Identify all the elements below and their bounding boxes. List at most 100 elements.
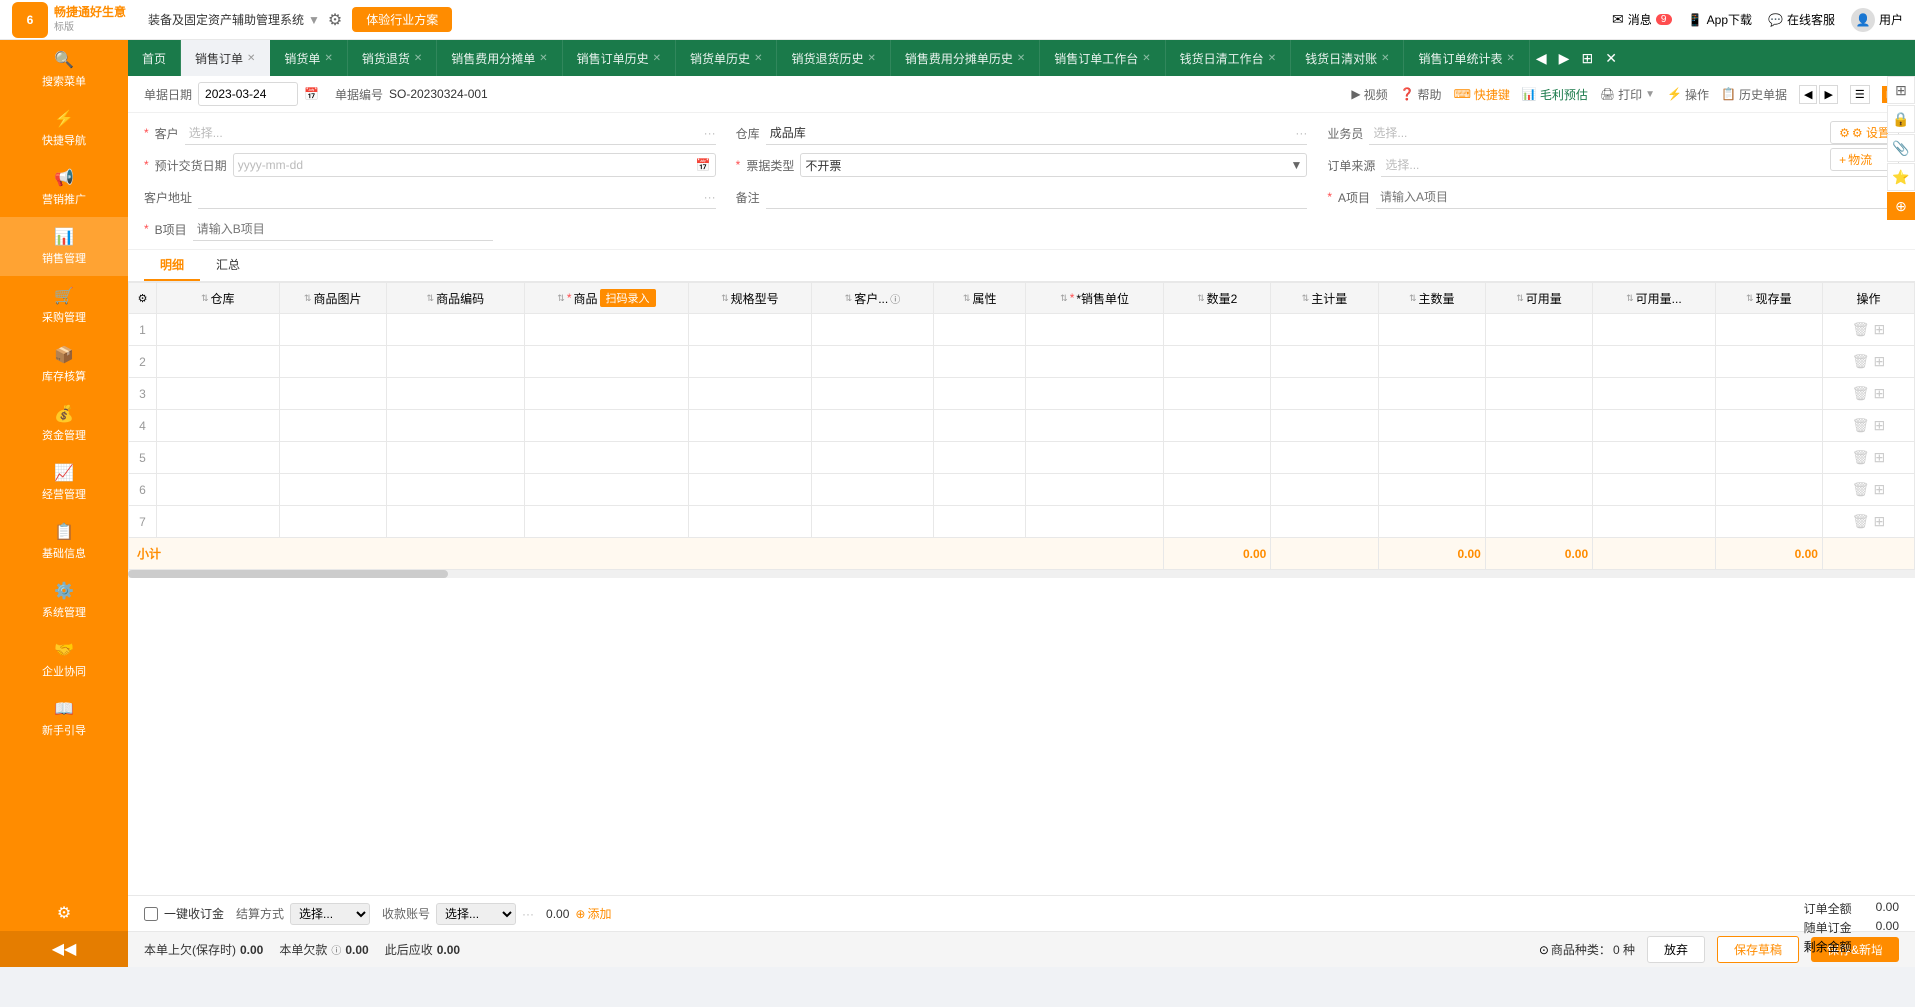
tab-order-history[interactable]: 销售订单历史 ✕ — [563, 40, 676, 76]
tab-close[interactable]: ✕ — [653, 53, 661, 64]
row-delete-btn[interactable]: 🗑 — [1852, 321, 1870, 338]
sidebar-item-sales[interactable]: 📊 销售管理 — [0, 217, 128, 276]
delivery-date-placeholder[interactable]: yyyy-mm-dd — [238, 158, 303, 172]
a-project-input[interactable] — [1376, 185, 1899, 209]
tab-close[interactable]: ✕ — [1142, 53, 1150, 64]
tab-cash-workbench[interactable]: 钱货日清工作台 ✕ — [1166, 40, 1291, 76]
warehouse-expand-icon[interactable]: ··· — [1295, 126, 1307, 140]
profit-btn[interactable]: 📊 毛利预估 — [1522, 86, 1588, 103]
customer-expand-icon[interactable]: ··· — [704, 126, 716, 140]
tab-cash-reconcile[interactable]: 钱货日清对账 ✕ — [1291, 40, 1404, 76]
invoice-dropdown-icon[interactable]: ▼ — [1290, 158, 1302, 172]
address-expand-icon[interactable]: ··· — [704, 190, 716, 204]
tab-workbench[interactable]: 销售订单工作台 ✕ — [1040, 40, 1165, 76]
row-delete-btn[interactable]: 🗑 — [1852, 417, 1870, 434]
customer-placeholder[interactable]: 选择... — [189, 124, 223, 141]
tab-close-all-btn[interactable]: ✕ — [1599, 50, 1623, 67]
sidebar-item-finance[interactable]: 💰 资金管理 — [0, 394, 128, 453]
save-draft-btn[interactable]: 保存草稿 — [1717, 936, 1799, 963]
tab-sales-expense[interactable]: 销售费用分摊单 ✕ — [437, 40, 562, 76]
scan-entry-btn[interactable]: 扫码录入 — [600, 289, 656, 307]
row-copy-btn[interactable]: ⊞ — [1874, 385, 1886, 402]
list-view-btn[interactable]: ☰ — [1850, 85, 1870, 104]
row-copy-btn[interactable]: ⊞ — [1874, 353, 1886, 370]
sidebar-item-search[interactable]: 🔍 搜索菜单 — [0, 40, 128, 99]
row-warehouse[interactable] — [157, 314, 280, 346]
row-delete-btn[interactable]: 🗑 — [1852, 449, 1870, 466]
sidebar-item-quick[interactable]: ⚡ 快捷导航 — [0, 99, 128, 158]
tab-close[interactable]: ✕ — [324, 53, 332, 64]
row-delete-btn[interactable]: 🗑 — [1852, 481, 1870, 498]
row-unit[interactable] — [1026, 314, 1164, 346]
col-settings[interactable]: ⚙ — [129, 283, 157, 314]
sidebar-item-enterprise[interactable]: 🤝 企业协同 — [0, 630, 128, 689]
tab-close[interactable]: ✕ — [1381, 53, 1389, 64]
tab-return-history[interactable]: 销货退货历史 ✕ — [777, 40, 890, 76]
history-btn[interactable]: 📋 历史单据 — [1721, 86, 1787, 103]
sidebar-settings-btn[interactable]: ⚙ — [0, 895, 128, 931]
gear-settings-btn[interactable]: ⚙ — [328, 10, 342, 30]
sidebar-item-purchase[interactable]: 🛒 采购管理 — [0, 276, 128, 335]
help-btn[interactable]: ❓ 帮助 — [1400, 86, 1442, 103]
industry-solution-btn[interactable]: 体验行业方案 — [352, 7, 452, 32]
tab-sales-order-close[interactable]: ✕ — [247, 53, 255, 64]
row-main-qty[interactable] — [1378, 314, 1485, 346]
operation-btn[interactable]: ⚡ 操作 — [1667, 86, 1709, 103]
tab-sales-stats[interactable]: 销售订单统计表 ✕ — [1404, 40, 1529, 76]
add-row-btn[interactable]: ⊕ 添加 — [575, 905, 611, 922]
row-copy-btn[interactable]: ⊞ — [1874, 513, 1886, 530]
print-btn[interactable]: 🖨 打印 ▼ — [1600, 86, 1655, 103]
right-sidebar-btn-4[interactable]: ⭐ — [1887, 163, 1915, 191]
row-delete-btn[interactable]: 🗑 — [1852, 353, 1870, 370]
row-attr[interactable] — [934, 314, 1026, 346]
row-qty2[interactable] — [1164, 314, 1271, 346]
row-code[interactable] — [386, 314, 524, 346]
account-select[interactable]: 选择... — [436, 903, 516, 925]
online-service-btn[interactable]: 💬 在线客服 — [1768, 11, 1835, 28]
tab-close[interactable]: ✕ — [1017, 53, 1025, 64]
sidebar-collapse-btn[interactable]: ◀◀ — [0, 931, 128, 967]
tab-prev-btn[interactable]: ◀ — [1530, 50, 1553, 67]
tab-invoice-history[interactable]: 销货单历史 ✕ — [676, 40, 777, 76]
row-delete-btn[interactable]: 🗑 — [1852, 513, 1870, 530]
message-btn[interactable]: ✉ 消息 9 — [1612, 11, 1672, 28]
sidebar-item-guide[interactable]: 📖 新手引导 — [0, 689, 128, 748]
date-input[interactable] — [198, 82, 298, 106]
tab-next-btn[interactable]: ▶ — [1553, 50, 1576, 67]
sidebar-item-marketing[interactable]: 📢 营销推广 — [0, 158, 128, 217]
tab-detail[interactable]: 明细 — [144, 250, 200, 281]
sidebar-item-operation[interactable]: 📈 经营管理 — [0, 453, 128, 512]
row-copy-btn[interactable]: ⊞ — [1874, 449, 1886, 466]
right-sidebar-btn-3[interactable]: 📎 — [1887, 134, 1915, 162]
tab-sales-return[interactable]: 销货退货 ✕ — [348, 40, 437, 76]
expand-icon[interactable]: ··· — [522, 907, 534, 921]
row-copy-btn[interactable]: ⊞ — [1874, 417, 1886, 434]
right-sidebar-btn-2[interactable]: 🔒 — [1887, 105, 1915, 133]
right-sidebar-btn-5[interactable]: ⊕ — [1887, 192, 1915, 220]
row-copy-btn[interactable]: ⊞ — [1874, 321, 1886, 338]
b-project-input[interactable] — [193, 217, 493, 241]
tab-close[interactable]: ✕ — [1507, 53, 1515, 64]
system-dropdown-arrow[interactable]: ▼ — [308, 13, 320, 27]
view-btn[interactable]: ▶ 视频 — [1351, 86, 1387, 103]
row-available2[interactable] — [1593, 314, 1716, 346]
delivery-calendar-icon[interactable]: 📅 — [696, 158, 711, 172]
row-product[interactable] — [524, 314, 688, 346]
row-spec[interactable] — [689, 314, 812, 346]
tab-close[interactable]: ✕ — [414, 53, 422, 64]
shortcut-btn[interactable]: ⌨ 快捷键 — [1454, 86, 1510, 103]
next-record-btn[interactable]: ▶ — [1819, 85, 1837, 104]
row-main-unit[interactable] — [1271, 314, 1378, 346]
prev-record-btn[interactable]: ◀ — [1799, 85, 1817, 104]
tab-close[interactable]: ✕ — [1268, 53, 1276, 64]
tab-sales-invoice[interactable]: 销货单 ✕ — [270, 40, 347, 76]
row-current[interactable] — [1715, 314, 1822, 346]
user-avatar-btn[interactable]: 👤 用户 — [1851, 8, 1903, 32]
tab-close[interactable]: ✕ — [867, 53, 875, 64]
sidebar-item-basic[interactable]: 📋 基础信息 — [0, 512, 128, 571]
tab-close[interactable]: ✕ — [539, 53, 547, 64]
staff-placeholder[interactable]: 选择... — [1373, 124, 1407, 141]
calendar-icon[interactable]: 📅 — [304, 87, 319, 101]
right-sidebar-btn-1[interactable]: ⊞ — [1887, 76, 1915, 104]
tab-home[interactable]: 首页 — [128, 40, 181, 76]
